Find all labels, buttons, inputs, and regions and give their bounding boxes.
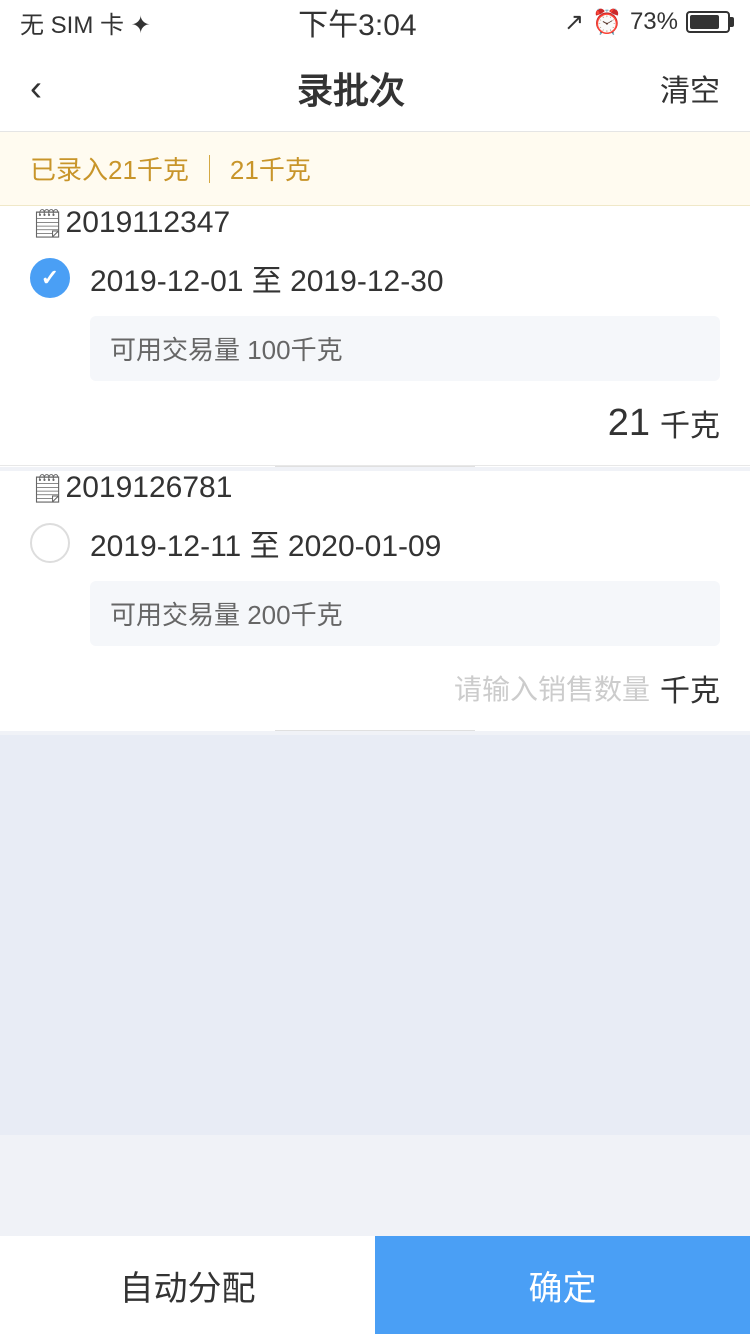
input-unit-2: 千克 xyxy=(660,666,720,710)
back-button[interactable]: ‹ xyxy=(30,67,42,109)
batch-icon-1: 🗒 xyxy=(30,207,66,240)
status-bar: 无 SIM 卡 ✦ 下午3:04 ↗ ⏰ 73% xyxy=(0,0,750,44)
recorded-value: 21千克 xyxy=(230,150,311,187)
status-bar-right: ↗ ⏰ 73% xyxy=(564,8,730,37)
batch-header-2: 🗒 2019126781 xyxy=(0,471,750,521)
radio-unselected-2[interactable] xyxy=(30,523,70,563)
batch-date-1: 2019-12-01 至 2019-12-30 xyxy=(90,256,444,300)
clear-button[interactable]: 清空 xyxy=(660,66,720,110)
availability-box-1: 可用交易量 100千克 xyxy=(90,316,720,381)
recorded-label: 已录入21千克 xyxy=(30,150,189,187)
separator-2 xyxy=(275,730,475,731)
batch-header-1: 🗒 2019112347 xyxy=(0,206,750,256)
batch-icon-2: 🗒 xyxy=(30,472,66,505)
alarm-icon: ⏰ xyxy=(592,8,622,37)
nav-bar: ‹ 录批次 清空 xyxy=(0,44,750,132)
location-icon: ↗ xyxy=(564,8,584,37)
batch-row-1[interactable]: 2019-12-01 至 2019-12-30 xyxy=(0,256,750,316)
battery-percent: 73% xyxy=(630,8,678,36)
sim-label: 无 SIM 卡 ✦ xyxy=(20,5,151,40)
bottom-bar: 自动分配 确定 xyxy=(0,1236,750,1334)
input-placeholder-2: 请输入销售数量 xyxy=(454,668,650,708)
amount-value-1: 21 xyxy=(608,402,650,445)
batch-id-1: 2019112347 xyxy=(66,206,231,240)
separator-1 xyxy=(275,466,475,467)
status-bar-left: 无 SIM 卡 ✦ xyxy=(20,5,151,40)
banner-divider xyxy=(209,155,210,183)
status-bar-time: 下午3:04 xyxy=(298,0,416,44)
batch-date-2: 2019-12-11 至 2020-01-09 xyxy=(90,521,441,565)
auto-distribute-button[interactable]: 自动分配 xyxy=(0,1236,375,1334)
batch-id-2: 2019126781 xyxy=(66,471,233,505)
info-banner: 已录入21千克 21千克 xyxy=(0,132,750,206)
amount-unit-1: 千克 xyxy=(660,401,720,445)
empty-area xyxy=(0,735,750,1135)
amount-row-1: 21 千克 xyxy=(0,381,750,466)
page-title: 录批次 xyxy=(297,62,405,114)
batch-item-1: 🗒 2019112347 2019-12-01 至 2019-12-30 可用交… xyxy=(0,206,750,467)
batch-row-2[interactable]: 2019-12-11 至 2020-01-09 xyxy=(0,521,750,581)
main-content: 已录入21千克 21千克 🗒 2019112347 2019-12-01 至 2… xyxy=(0,132,750,1233)
battery-icon xyxy=(686,11,730,33)
input-row-2: 请输入销售数量 千克 xyxy=(0,646,750,730)
radio-selected-1[interactable] xyxy=(30,258,70,298)
confirm-button[interactable]: 确定 xyxy=(375,1236,750,1334)
availability-box-2: 可用交易量 200千克 xyxy=(90,581,720,646)
batch-item-2: 🗒 2019126781 2019-12-11 至 2020-01-09 可用交… xyxy=(0,471,750,731)
